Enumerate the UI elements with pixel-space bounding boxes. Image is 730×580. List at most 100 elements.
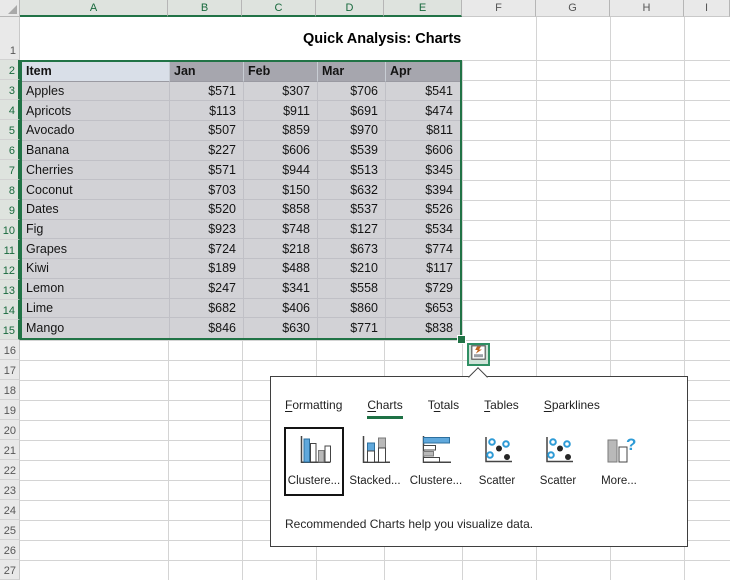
cell-D7[interactable]: $513 [318, 160, 386, 181]
cell-D9[interactable]: $537 [318, 199, 386, 220]
cell-B14[interactable]: $682 [170, 298, 244, 319]
tab-tables[interactable]: Tables [484, 398, 519, 412]
row-header-16[interactable]: 16 [0, 340, 20, 360]
column-header-A[interactable]: A [20, 0, 168, 17]
cell-B13[interactable]: $247 [170, 278, 244, 299]
cell-C14[interactable]: $406 [244, 298, 318, 319]
cell-E14[interactable]: $653 [386, 299, 460, 319]
cell-A5[interactable]: Avocado [22, 121, 170, 141]
row-header-21[interactable]: 21 [0, 440, 20, 460]
row-header-13[interactable]: 13 [0, 280, 20, 300]
column-header-C[interactable]: C [242, 0, 316, 17]
row-header-4[interactable]: 4 [0, 100, 20, 120]
cell-C4[interactable]: $911 [244, 101, 318, 122]
row-header-22[interactable]: 22 [0, 460, 20, 480]
tab-sparklines[interactable]: Sparklines [544, 398, 600, 412]
cell-B7[interactable]: $571 [170, 160, 244, 181]
row-header-27[interactable]: 27 [0, 560, 20, 580]
cell-D5[interactable]: $970 [318, 121, 386, 141]
cell-D14[interactable]: $860 [318, 298, 386, 319]
row-header-1[interactable]: 1 [0, 17, 20, 60]
cell-B4[interactable]: $113 [170, 101, 244, 122]
cell-C13[interactable]: $341 [244, 278, 318, 299]
chart-option-1-clustered-column[interactable]: Clustere... [284, 427, 344, 496]
row-header-24[interactable]: 24 [0, 500, 20, 520]
cell-B3[interactable]: $571 [170, 81, 244, 102]
row-header-2[interactable]: 2 [0, 60, 20, 80]
cell-E8[interactable]: $394 [386, 180, 460, 200]
row-header-20[interactable]: 20 [0, 420, 20, 440]
row-header-17[interactable]: 17 [0, 360, 20, 380]
cell-D3[interactable]: $706 [318, 81, 386, 102]
cell-A13[interactable]: Lemon [22, 278, 170, 299]
cell-E9[interactable]: $526 [386, 200, 460, 220]
chart-option-2-stacked-column[interactable]: Stacked... [345, 427, 405, 496]
cell-A10[interactable]: Fig [22, 219, 170, 240]
cell-D11[interactable]: $673 [318, 239, 386, 260]
row-header-15[interactable]: 15 [0, 320, 20, 340]
cell-A15[interactable]: Mango [22, 318, 170, 338]
cell-C12[interactable]: $488 [244, 259, 318, 279]
cell-E13[interactable]: $729 [386, 279, 460, 299]
cell-C7[interactable]: $944 [244, 160, 318, 181]
cell-B6[interactable]: $227 [170, 140, 244, 161]
row-header-11[interactable]: 11 [0, 240, 20, 260]
quick-analysis-button[interactable] [467, 343, 490, 366]
cell-E2[interactable]: Apr [386, 62, 460, 82]
cell-E12[interactable]: $117 [386, 259, 460, 279]
tab-formatting[interactable]: Formatting [285, 398, 342, 412]
cell-B15[interactable]: $846 [170, 318, 244, 338]
cell-A14[interactable]: Lime [22, 298, 170, 319]
cell-C6[interactable]: $606 [244, 140, 318, 161]
cell-B12[interactable]: $189 [170, 259, 244, 279]
cell-B5[interactable]: $507 [170, 121, 244, 141]
cell-C10[interactable]: $748 [244, 219, 318, 240]
cell-A3[interactable]: Apples [22, 81, 170, 102]
cell-D6[interactable]: $539 [318, 140, 386, 161]
cell-B2[interactable]: Jan [170, 62, 244, 82]
cell-C3[interactable]: $307 [244, 81, 318, 102]
select-all-button[interactable] [0, 0, 20, 17]
cell-D13[interactable]: $558 [318, 278, 386, 299]
column-header-D[interactable]: D [316, 0, 384, 17]
cell-B8[interactable]: $703 [170, 180, 244, 200]
cell-E6[interactable]: $606 [386, 141, 460, 161]
row-header-26[interactable]: 26 [0, 540, 20, 560]
chart-option-3-clustered-bar[interactable]: Clustere... [406, 427, 466, 496]
row-header-5[interactable]: 5 [0, 120, 20, 140]
cell-A2[interactable]: Item [22, 62, 170, 82]
cell-E15[interactable]: $838 [386, 318, 460, 338]
cell-A11[interactable]: Grapes [22, 239, 170, 260]
chart-option-6-more-charts[interactable]: ? More... [589, 427, 649, 496]
row-header-14[interactable]: 14 [0, 300, 20, 320]
row-header-7[interactable]: 7 [0, 160, 20, 180]
cell-E7[interactable]: $345 [386, 161, 460, 181]
row-header-6[interactable]: 6 [0, 140, 20, 160]
row-header-18[interactable]: 18 [0, 380, 20, 400]
fill-handle[interactable] [457, 335, 466, 344]
column-header-G[interactable]: G [536, 0, 610, 17]
row-header-12[interactable]: 12 [0, 260, 20, 280]
row-header-9[interactable]: 9 [0, 200, 20, 220]
cell-E3[interactable]: $541 [386, 82, 460, 102]
tab-charts[interactable]: Charts [367, 398, 404, 419]
column-header-I[interactable]: I [684, 0, 730, 17]
cell-A7[interactable]: Cherries [22, 160, 170, 181]
cell-D8[interactable]: $632 [318, 180, 386, 200]
cell-C8[interactable]: $150 [244, 180, 318, 200]
cell-E4[interactable]: $474 [386, 101, 460, 122]
cell-B9[interactable]: $520 [170, 199, 244, 220]
cell-D4[interactable]: $691 [318, 101, 386, 122]
cell-A4[interactable]: Apricots [22, 101, 170, 122]
tab-totals[interactable]: Totals [428, 398, 459, 412]
row-header-25[interactable]: 25 [0, 520, 20, 540]
cell-E10[interactable]: $534 [386, 220, 460, 240]
cell-A8[interactable]: Coconut [22, 180, 170, 200]
cell-D10[interactable]: $127 [318, 219, 386, 240]
row-header-3[interactable]: 3 [0, 80, 20, 100]
cell-E11[interactable]: $774 [386, 239, 460, 260]
chart-option-5-scatter[interactable]: Scatter [528, 427, 588, 496]
cell-B11[interactable]: $724 [170, 239, 244, 260]
cell-C9[interactable]: $858 [244, 199, 318, 220]
cell-D12[interactable]: $210 [318, 259, 386, 279]
